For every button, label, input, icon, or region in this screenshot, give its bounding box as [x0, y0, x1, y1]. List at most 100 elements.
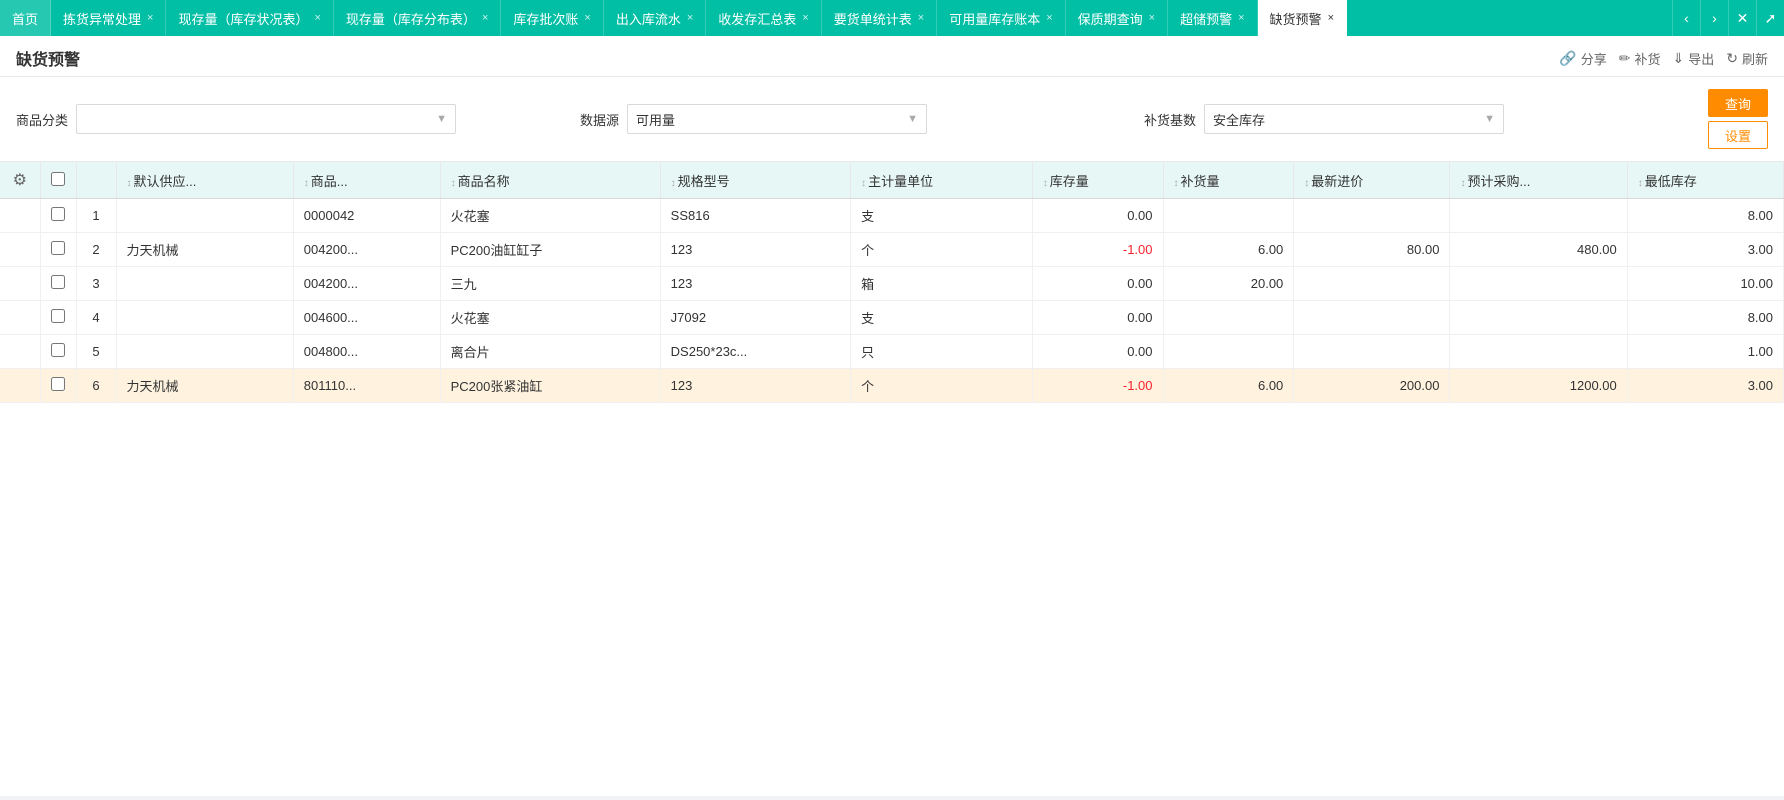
cell-latest-price	[1294, 199, 1450, 233]
cell-supplement: 6.00	[1163, 369, 1294, 403]
table-container: ⚙ ↕默认供应... ↕商品... ↕商品名称 ↕规格型号 ↕主计量单位 ↕库存…	[0, 162, 1784, 800]
datasource-select[interactable]: 可用量 ▼	[627, 104, 927, 134]
cell-check	[40, 233, 76, 267]
col-latest-price: ↕最新进价	[1294, 162, 1450, 199]
tab-close-icon[interactable]: ×	[1149, 12, 1155, 24]
cell-supplement	[1163, 301, 1294, 335]
cell-num: 4	[76, 301, 116, 335]
export-button[interactable]: ⇓ 导出	[1673, 49, 1715, 68]
tab-item-4[interactable]: 库存批次账×	[501, 0, 603, 36]
tab-close-icon[interactable]: ×	[1328, 12, 1334, 24]
row-checkbox[interactable]	[51, 343, 65, 357]
tab-item-9[interactable]: 保质期查询 ×	[1066, 0, 1168, 36]
gear-icon[interactable]: ⚙	[13, 172, 27, 189]
row-checkbox[interactable]	[51, 241, 65, 255]
tab-item-1[interactable]: 拣货异常处理×	[51, 0, 166, 36]
cell-product-name: 火花塞	[440, 301, 660, 335]
tab-close-icon[interactable]: ×	[147, 12, 153, 24]
cell-estimated-purchase	[1450, 199, 1627, 233]
supplement-icon: ✏	[1619, 50, 1631, 67]
cell-product-name: 火花塞	[440, 199, 660, 233]
cell-settings	[0, 301, 40, 335]
tab-item-2[interactable]: 现存量（库存状况表）×	[166, 0, 333, 36]
page-title: 缺货预警	[16, 46, 80, 70]
select-all-checkbox[interactable]	[51, 172, 65, 186]
tab-bar: 首页拣货异常处理×现存量（库存状况表）×现存量（库存分布表）×库存批次账×出入库…	[0, 0, 1784, 36]
share-button[interactable]: 🔗 分享	[1559, 49, 1606, 68]
tab-next-button[interactable]: ›	[1700, 0, 1728, 36]
cell-spec: DS250*23c...	[660, 335, 851, 369]
cell-latest-price: 80.00	[1294, 233, 1450, 267]
query-button[interactable]: 查询	[1708, 89, 1768, 117]
row-checkbox[interactable]	[51, 309, 65, 323]
tab-label: 出入库流水	[616, 9, 681, 28]
col-unit: ↕主计量单位	[851, 162, 1033, 199]
cell-unit: 个	[851, 369, 1033, 403]
cell-check	[40, 369, 76, 403]
datasource-value: 可用量	[636, 110, 675, 129]
tab-label: 保质期查询	[1078, 9, 1143, 28]
cell-latest-price	[1294, 301, 1450, 335]
cell-settings	[0, 267, 40, 301]
cell-spec: SS816	[660, 199, 851, 233]
cell-unit: 支	[851, 301, 1033, 335]
tab-label: 首页	[12, 9, 38, 28]
cell-unit: 只	[851, 335, 1033, 369]
share-icon: 🔗	[1559, 50, 1576, 67]
col-min-stock: ↕最低库存	[1627, 162, 1783, 199]
tab-item-5[interactable]: 出入库流水 ×	[604, 0, 706, 36]
col-check	[40, 162, 76, 199]
table-header-row: ⚙ ↕默认供应... ↕商品... ↕商品名称 ↕规格型号 ↕主计量单位 ↕库存…	[0, 162, 1784, 199]
row-checkbox[interactable]	[51, 377, 65, 391]
tab-label: 要货单统计表	[834, 9, 912, 28]
tab-close-icon[interactable]: ×	[802, 12, 808, 24]
cell-spec: 123	[660, 369, 851, 403]
tab-item-3[interactable]: 现存量（库存分布表）×	[334, 0, 501, 36]
supplement-base-value: 安全库存	[1213, 110, 1265, 129]
col-product-code: ↕商品...	[293, 162, 440, 199]
tab-label: 可用量库存账本	[949, 9, 1040, 28]
cell-product-code: 004600...	[293, 301, 440, 335]
cell-latest-price	[1294, 335, 1450, 369]
cell-estimated-purchase: 1200.00	[1450, 369, 1627, 403]
table-row: 4 004600... 火花塞 J7092 支 0.00 8.00	[0, 301, 1784, 335]
tab-close-icon[interactable]: ×	[1046, 12, 1052, 24]
tab-close-icon[interactable]: ×	[687, 12, 693, 24]
tab-fullscreen-button[interactable]: ➚	[1756, 0, 1784, 36]
supplement-base-select[interactable]: 安全库存 ▼	[1204, 104, 1504, 134]
tab-close-icon[interactable]: ×	[918, 12, 924, 24]
tab-close-icon[interactable]: ×	[482, 12, 488, 24]
settings-button[interactable]: 设置	[1708, 121, 1768, 149]
table-row: 6 力天机械 801110... PC200张紧油缸 123 个 -1.00 6…	[0, 369, 1784, 403]
tab-close-window-button[interactable]: ✕	[1728, 0, 1756, 36]
cell-settings	[0, 335, 40, 369]
tab-close-icon[interactable]: ×	[314, 12, 320, 24]
tab-prev-button[interactable]: ‹	[1672, 0, 1700, 36]
row-checkbox[interactable]	[51, 275, 65, 289]
refresh-button[interactable]: ↻ 刷新	[1726, 49, 1768, 68]
category-filter-group: 商品分类 ▼	[16, 104, 560, 134]
cell-stock: 0.00	[1032, 267, 1163, 301]
datasource-label: 数据源	[580, 110, 619, 129]
cell-num: 2	[76, 233, 116, 267]
tab-close-icon[interactable]: ×	[584, 12, 590, 24]
tab-nav-buttons: ‹ › ✕ ➚	[1672, 0, 1784, 36]
tab-item-7[interactable]: 要货单统计表 ×	[822, 0, 937, 36]
tab-item-8[interactable]: 可用量库存账本 ×	[937, 0, 1065, 36]
cell-num: 1	[76, 199, 116, 233]
row-checkbox[interactable]	[51, 207, 65, 221]
tab-item-6[interactable]: 收发存汇总表×	[706, 0, 821, 36]
tab-item-11[interactable]: 缺货预警×	[1258, 0, 1347, 36]
cell-supplement: 20.00	[1163, 267, 1294, 301]
category-select[interactable]: ▼	[76, 104, 456, 134]
cell-supplier: 力天机械	[116, 233, 293, 267]
cell-product-code: 004200...	[293, 233, 440, 267]
cell-supplement	[1163, 335, 1294, 369]
tab-close-icon[interactable]: ×	[1238, 12, 1244, 24]
tab-item-0[interactable]: 首页	[0, 0, 51, 36]
table-row: 5 004800... 离合片 DS250*23c... 只 0.00 1.00	[0, 335, 1784, 369]
cell-min-stock: 10.00	[1627, 267, 1783, 301]
tab-label: 超储预警	[1180, 9, 1232, 28]
tab-item-10[interactable]: 超储预警 ×	[1168, 0, 1257, 36]
supplement-button[interactable]: ✏ 补货	[1619, 49, 1661, 68]
